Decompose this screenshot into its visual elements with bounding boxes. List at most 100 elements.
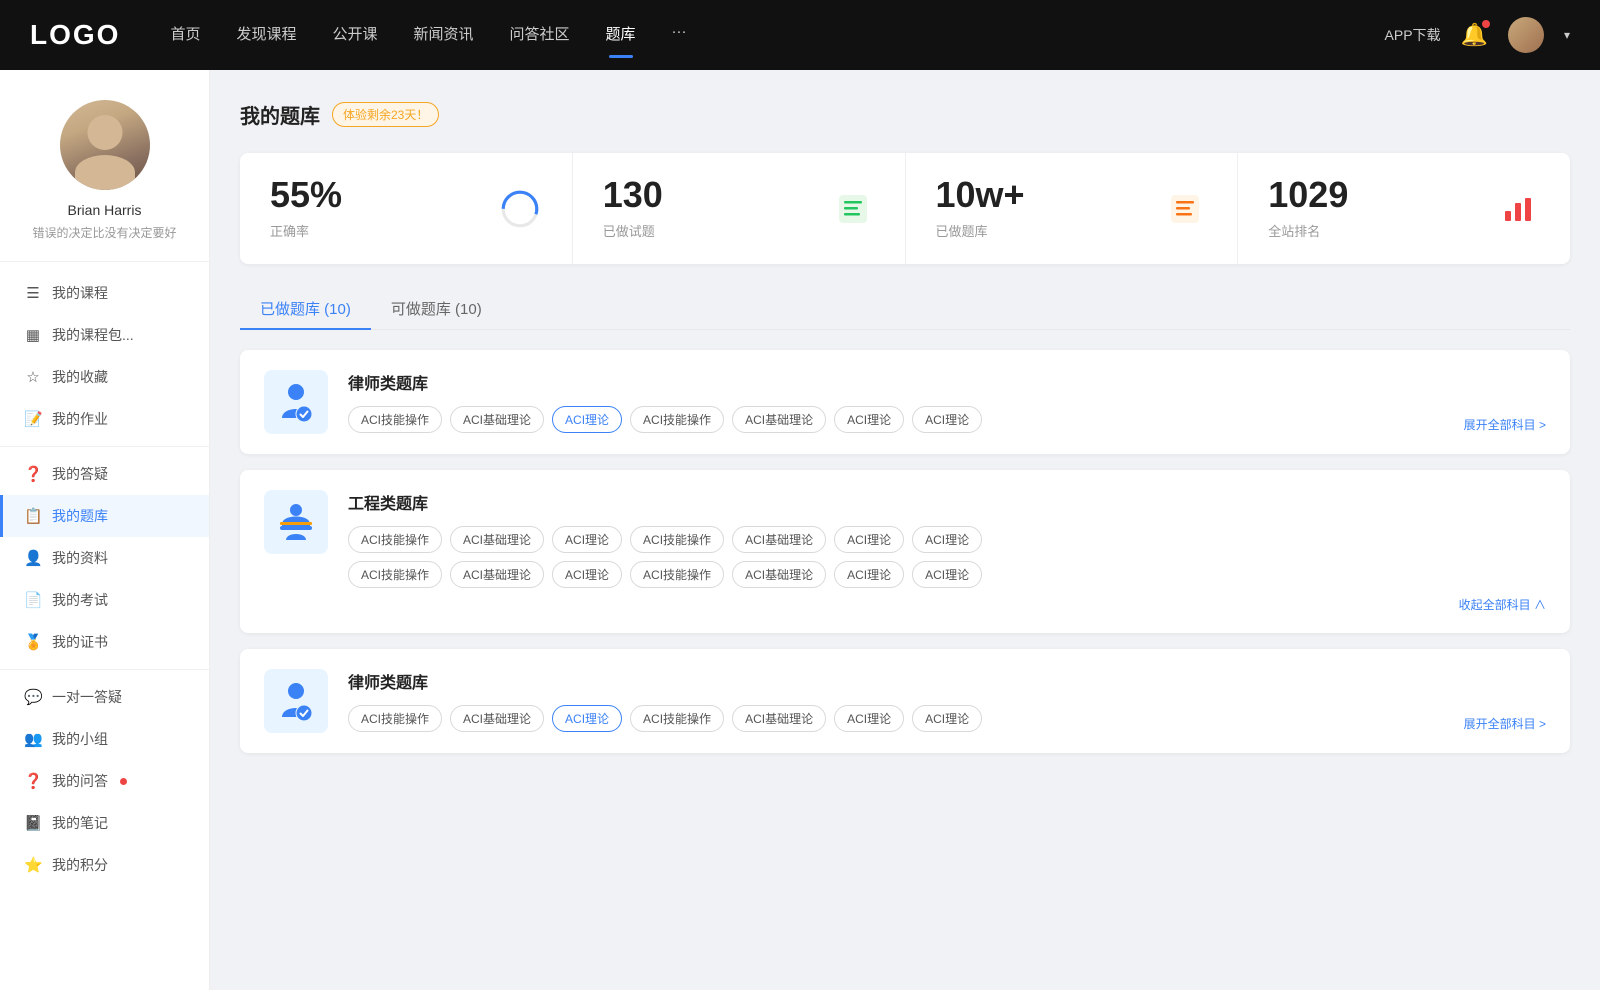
avatar[interactable] bbox=[1508, 17, 1544, 53]
nav-news[interactable]: 新闻资讯 bbox=[414, 23, 474, 48]
engineer-svg bbox=[272, 498, 320, 546]
trial-badge: 体验剩余23天！ bbox=[332, 102, 439, 127]
sidebar-item-my-exam[interactable]: 📄 我的考试 bbox=[0, 579, 209, 621]
tag-2-r2-6[interactable]: ACI理论 bbox=[912, 561, 982, 588]
bank-card-lawyer-2-header: 律师类题库 ACI技能操作 ACI基础理论 ACI理论 ACI技能操作 ACI基… bbox=[264, 669, 1546, 733]
tag-list-engineer-row1: ACI技能操作 ACI基础理论 ACI理论 ACI技能操作 ACI基础理论 AC… bbox=[348, 526, 1546, 553]
bank-icon: 📋 bbox=[24, 507, 42, 525]
stat-questions-label: 已做试题 bbox=[603, 221, 831, 240]
stat-banks-label: 已做题库 bbox=[936, 221, 1164, 240]
stat-accuracy-label: 正确率 bbox=[270, 221, 498, 240]
nav-discover[interactable]: 发现课程 bbox=[236, 23, 296, 48]
sidebar-item-my-bank[interactable]: 📋 我的题库 bbox=[0, 495, 209, 537]
sidebar-item-course-package[interactable]: ▦ 我的课程包... bbox=[0, 314, 209, 356]
tag-list-engineer-row2: ACI技能操作 ACI基础理论 ACI理论 ACI技能操作 ACI基础理论 AC… bbox=[348, 561, 1546, 588]
homework-icon: 📝 bbox=[24, 410, 42, 428]
tag-3-5[interactable]: ACI理论 bbox=[834, 705, 904, 732]
avatar-dropdown-arrow[interactable]: ▾ bbox=[1564, 28, 1570, 42]
question-icon: ❓ bbox=[24, 772, 42, 790]
expand-link-3[interactable]: 展开全部科目 > bbox=[1464, 715, 1546, 732]
nav-qa[interactable]: 问答社区 bbox=[510, 23, 570, 48]
bank-card-lawyer-2-body: 律师类题库 ACI技能操作 ACI基础理论 ACI理论 ACI技能操作 ACI基… bbox=[348, 669, 1546, 732]
package-icon: ▦ bbox=[24, 326, 42, 344]
main-content: 我的题库 体验剩余23天！ 55% 正确率 bbox=[210, 70, 1600, 990]
tag-1-5[interactable]: ACI理论 bbox=[834, 406, 904, 433]
tag-2-r2-5[interactable]: ACI理论 bbox=[834, 561, 904, 588]
sidebar-username: Brian Harris bbox=[68, 202, 142, 218]
bank-card-engineer: 工程类题库 ACI技能操作 ACI基础理论 ACI理论 ACI技能操作 ACI基… bbox=[240, 470, 1570, 633]
stat-rank: 1029 全站排名 bbox=[1238, 153, 1570, 264]
sidebar-item-my-notes[interactable]: 📓 我的笔记 bbox=[0, 802, 209, 844]
tag-2-r2-2[interactable]: ACI理论 bbox=[552, 561, 622, 588]
stats-row: 55% 正确率 130 已做试题 bbox=[240, 153, 1570, 264]
sidebar-item-my-profile[interactable]: 👤 我的资料 bbox=[0, 537, 209, 579]
stat-accuracy: 55% 正确率 bbox=[240, 153, 573, 264]
notes-icon: 📓 bbox=[24, 814, 42, 832]
tag-2-r2-0[interactable]: ACI技能操作 bbox=[348, 561, 442, 588]
tag-1-3[interactable]: ACI技能操作 bbox=[630, 406, 724, 433]
tag-1-6[interactable]: ACI理论 bbox=[912, 406, 982, 433]
tag-3-2[interactable]: ACI理论 bbox=[552, 705, 622, 732]
sidebar-item-favorites[interactable]: ☆ 我的收藏 bbox=[0, 356, 209, 398]
tag-3-3[interactable]: ACI技能操作 bbox=[630, 705, 724, 732]
stat-accuracy-values: 55% 正确率 bbox=[270, 177, 498, 240]
logo: LOGO bbox=[30, 19, 120, 51]
notification-bell[interactable]: 🔔 bbox=[1461, 22, 1488, 48]
main-layout: Brian Harris 错误的决定比没有决定要好 ☰ 我的课程 ▦ 我的课程包… bbox=[0, 70, 1600, 990]
sidebar-item-my-group[interactable]: 👥 我的小组 bbox=[0, 718, 209, 760]
tag-2-r1-6[interactable]: ACI理论 bbox=[912, 526, 982, 553]
sidebar-item-certificate[interactable]: 🏅 我的证书 bbox=[0, 621, 209, 663]
collapse-section: 收起全部科目 ∧ bbox=[348, 596, 1546, 613]
tag-2-r1-2[interactable]: ACI理论 bbox=[552, 526, 622, 553]
banks-icon bbox=[1163, 187, 1207, 231]
tag-2-r1-0[interactable]: ACI技能操作 bbox=[348, 526, 442, 553]
expand-link-1[interactable]: 展开全部科目 > bbox=[1464, 416, 1546, 433]
qa-icon: ❓ bbox=[24, 465, 42, 483]
sidebar-profile: Brian Harris 错误的决定比没有决定要好 bbox=[0, 100, 209, 262]
nav-more[interactable]: ··· bbox=[672, 23, 687, 48]
tag-2-r1-1[interactable]: ACI基础理论 bbox=[450, 526, 544, 553]
tag-3-6[interactable]: ACI理论 bbox=[912, 705, 982, 732]
group-icon: 👥 bbox=[24, 730, 42, 748]
tag-1-0[interactable]: ACI技能操作 bbox=[348, 406, 442, 433]
points-icon: ⭐ bbox=[24, 856, 42, 874]
nav-links: 首页 发现课程 公开课 新闻资讯 问答社区 题库 ··· bbox=[170, 23, 1384, 48]
tag-2-r1-4[interactable]: ACI基础理论 bbox=[732, 526, 826, 553]
tag-2-r2-3[interactable]: ACI技能操作 bbox=[630, 561, 724, 588]
tag-1-2[interactable]: ACI理论 bbox=[552, 406, 622, 433]
sidebar-item-my-course[interactable]: ☰ 我的课程 bbox=[0, 272, 209, 314]
bank-card-engineer-header: 工程类题库 ACI技能操作 ACI基础理论 ACI理论 ACI技能操作 ACI基… bbox=[264, 490, 1546, 613]
bank-card-engineer-title: 工程类题库 bbox=[348, 490, 1546, 514]
list-orange-icon bbox=[1167, 191, 1203, 227]
tag-1-1[interactable]: ACI基础理论 bbox=[450, 406, 544, 433]
navbar: LOGO 首页 发现课程 公开课 新闻资讯 问答社区 题库 ··· APP下载 … bbox=[0, 0, 1600, 70]
tag-2-r1-3[interactable]: ACI技能操作 bbox=[630, 526, 724, 553]
nav-bank[interactable]: 题库 bbox=[606, 23, 636, 48]
stat-banks-values: 10w+ 已做题库 bbox=[936, 177, 1164, 240]
tag-3-0[interactable]: ACI技能操作 bbox=[348, 705, 442, 732]
tag-3-4[interactable]: ACI基础理论 bbox=[732, 705, 826, 732]
app-download-link[interactable]: APP下载 bbox=[1385, 25, 1441, 45]
sidebar-item-my-qa[interactable]: ❓ 我的答疑 bbox=[0, 453, 209, 495]
tag-1-4[interactable]: ACI基础理论 bbox=[732, 406, 826, 433]
exam-icon: 📄 bbox=[24, 591, 42, 609]
tag-2-r1-5[interactable]: ACI理论 bbox=[834, 526, 904, 553]
sidebar-item-my-questions[interactable]: ❓ 我的问答 bbox=[0, 760, 209, 802]
lawyer-icon-2 bbox=[264, 669, 328, 733]
sidebar-item-homework[interactable]: 📝 我的作业 bbox=[0, 398, 209, 440]
tag-3-1[interactable]: ACI基础理论 bbox=[450, 705, 544, 732]
course-icon: ☰ bbox=[24, 284, 42, 302]
stat-rank-values: 1029 全站排名 bbox=[1268, 177, 1496, 240]
engineer-icon bbox=[264, 490, 328, 554]
sidebar-item-my-points[interactable]: ⭐ 我的积分 bbox=[0, 844, 209, 886]
nav-public[interactable]: 公开课 bbox=[332, 23, 377, 48]
profile-icon: 👤 bbox=[24, 549, 42, 567]
tab-available-banks[interactable]: 可做题库 (10) bbox=[371, 288, 502, 329]
one-on-one-icon: 💬 bbox=[24, 688, 42, 706]
nav-home[interactable]: 首页 bbox=[170, 23, 200, 48]
tab-done-banks[interactable]: 已做题库 (10) bbox=[240, 288, 371, 329]
tag-2-r2-4[interactable]: ACI基础理论 bbox=[732, 561, 826, 588]
sidebar-item-one-on-one[interactable]: 💬 一对一答疑 bbox=[0, 676, 209, 718]
tag-2-r2-1[interactable]: ACI基础理论 bbox=[450, 561, 544, 588]
collapse-link[interactable]: 收起全部科目 ∧ bbox=[1459, 596, 1546, 613]
